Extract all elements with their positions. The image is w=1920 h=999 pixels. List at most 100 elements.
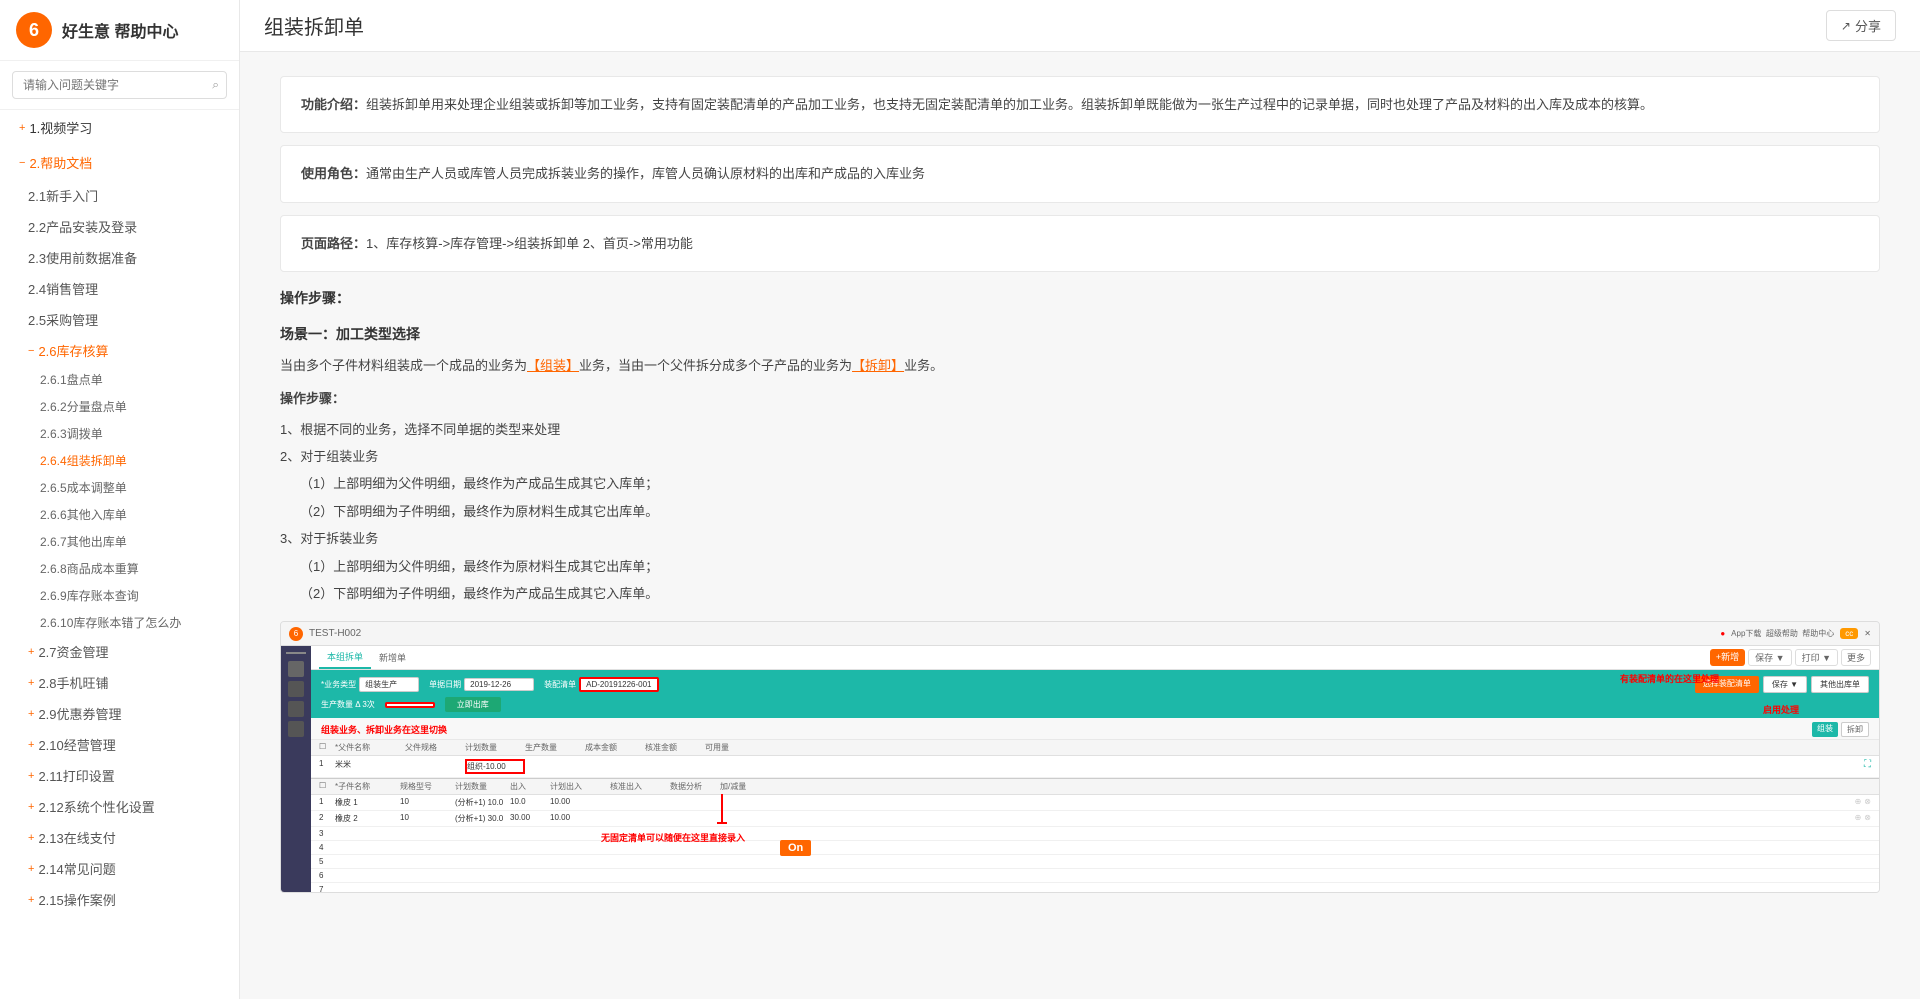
- mock-row-approve-amt: [645, 759, 705, 774]
- mock-new-btn[interactable]: +新增: [1710, 649, 1745, 666]
- mock-qty-input[interactable]: [385, 702, 435, 708]
- step2-1: （1）上部明细为父件明细，最终作为产成品生成其它入库单；: [300, 472, 1880, 495]
- mock-form-header: *业务类型 组装生产 单据日期 2019-12-26 装配清单: [311, 670, 1879, 718]
- mock-th-parent-spec: 父件规格: [405, 742, 465, 753]
- intro-block: 功能介绍：组装拆卸单用来处理企业组装或拆卸等加工业务，支持有固定装配清单的产品加…: [280, 76, 1880, 133]
- mock-brow1-num: 1: [319, 797, 335, 808]
- mock-form-row1: *业务类型 组装生产 单据日期 2019-12-26 装配清单: [321, 676, 1869, 693]
- sidebar-item-finance-label: 2.7资金管理: [38, 642, 108, 661]
- mock-print-btn[interactable]: 打印 ▼: [1795, 649, 1838, 666]
- mock-table-row-bottom1: 1 橡皮 1 10 (分析+1) 10.0 10.0 10.00 ⊕: [311, 795, 1879, 811]
- mock-ui: 6 TEST-H002 ● App下载 超级帮助 帮助中心 cc ✕: [281, 622, 1879, 892]
- mock-assembly-input[interactable]: AD-20191226-001: [579, 677, 659, 692]
- mock-table-row-bottom2: 2 橡皮 2 10 (分析+1) 30.0 30.00 10.00: [311, 811, 1879, 827]
- sidebar-item-coupon[interactable]: + 2.9优惠券管理: [0, 698, 239, 729]
- func-label: 功能介绍：: [301, 97, 366, 112]
- sidebar-item-docs[interactable]: − 2.帮助文档: [0, 145, 239, 180]
- sidebar-item-cost-adjust[interactable]: 2.6.5成本调整单: [0, 474, 239, 501]
- mock-table-row-top1: 1 米米 组织-10.00 ⛶: [311, 756, 1879, 778]
- sidebar-item-stock-take[interactable]: 2.6.1盘点单: [0, 366, 239, 393]
- share-label: 分享: [1855, 16, 1881, 35]
- sidebar-item-other-in[interactable]: 2.6.6其他入库单: [0, 501, 239, 528]
- mock-expand-icon[interactable]: ⛶: [1864, 759, 1871, 774]
- mock-date-input[interactable]: 2019-12-26: [464, 678, 534, 691]
- sidebar-item-print[interactable]: + 2.11打印设置: [0, 760, 239, 791]
- mock-th-avail: 可用量: [705, 742, 1871, 753]
- mock-more-btn[interactable]: 更多: [1841, 649, 1871, 666]
- mock-brow2-copy[interactable]: ⊕: [1855, 813, 1862, 824]
- sidebar-item-video-label: 1.视频学习: [29, 118, 92, 137]
- mock-field-assembly: 装配清单 AD-20191226-001: [544, 677, 659, 692]
- nav-section: + 1.视频学习 − 2.帮助文档 2.1新手入门 2.2产品安装及登录 2.3…: [0, 110, 239, 915]
- sidebar-item-sales[interactable]: 2.4销售管理: [0, 273, 239, 304]
- sidebar-item-video[interactable]: + 1.视频学习: [0, 110, 239, 145]
- sidebar-item-ops[interactable]: + 2.10经营管理: [0, 729, 239, 760]
- mock-bth-plan-inout: 计划出入: [550, 781, 610, 792]
- mock-tab-inactive[interactable]: 新增单: [371, 647, 414, 668]
- mock-toggle-btns: 组装 拆卸: [1812, 722, 1869, 737]
- mock-qty-label: 生产数量 Δ 3次: [321, 699, 375, 710]
- sidebar-item-cost-calc[interactable]: 2.6.8商品成本重算: [0, 555, 239, 582]
- screenshot-image: 6 TEST-H002 ● App下载 超级帮助 帮助中心 cc ✕: [281, 622, 1879, 892]
- mock-brow1-del[interactable]: ⊗: [1864, 797, 1871, 808]
- mock-row-plan-qty-input[interactable]: 组织-10.00: [465, 759, 525, 774]
- sidebar-item-data-prep[interactable]: 2.3使用前数据准备: [0, 242, 239, 273]
- mock-field-date-label: 单据日期: [429, 679, 461, 690]
- mock-logo: 6: [289, 627, 303, 641]
- mock-nav-icon4: [288, 721, 304, 737]
- annotation-text4: 启用处理: [1763, 703, 1799, 716]
- mock-titlebar: 6 TEST-H002 ● App下载 超级帮助 帮助中心 cc ✕: [281, 622, 1879, 646]
- mock-brow2-spec: 10: [400, 813, 455, 824]
- assembly-link[interactable]: 【组装】: [527, 358, 579, 373]
- mock-assembly-label: 装配清单: [544, 679, 576, 690]
- sidebar-item-mobile[interactable]: + 2.8手机旺铺: [0, 667, 239, 698]
- sidebar-item-transfer[interactable]: 2.6.3调拨单: [0, 420, 239, 447]
- sidebar-item-finance[interactable]: + 2.7资金管理: [0, 636, 239, 667]
- mock-other-btn[interactable]: 其他出库单: [1811, 676, 1869, 693]
- mock-brow7-num: 7: [319, 885, 335, 892]
- sidebar-item-cases[interactable]: + 2.15操作案例: [0, 884, 239, 915]
- mock-confirm-btn[interactable]: 立即出库: [445, 697, 501, 712]
- mock-brow2-btns: ⊕ ⊗: [1855, 813, 1871, 824]
- mock-type-select[interactable]: 组装生产: [359, 677, 419, 692]
- mock-action-btn[interactable]: 保存 ▼: [1748, 649, 1791, 666]
- mock-toggle-disassembly[interactable]: 拆卸: [1841, 722, 1869, 737]
- sidebar-item-faq[interactable]: + 2.14常见问题: [0, 853, 239, 884]
- sidebar-item-purchase[interactable]: 2.5采购管理: [0, 304, 239, 335]
- annotation-text3: 组装业务、拆卸业务在这里切换: [321, 723, 447, 736]
- mock-brow1-inout: 10.0: [510, 797, 550, 808]
- mock-brow1-spec: 10: [400, 797, 455, 808]
- step3-1: （1）上部明细为父件明细，最终作为原材料生成其它出库单；: [300, 555, 1880, 578]
- sidebar-item-other-out[interactable]: 2.6.7其他出库单: [0, 528, 239, 555]
- disassembly-link[interactable]: 【拆卸】: [852, 358, 904, 373]
- mock-tab-active[interactable]: 本组拆单: [319, 646, 371, 669]
- mock-apps: App下载 超级帮助 帮助中心: [1731, 628, 1834, 639]
- mock-tab-actions: +新增 保存 ▼ 打印 ▼ 更多: [1710, 649, 1871, 666]
- sidebar-item-stock-query[interactable]: 2.6.9库存账本查询: [0, 582, 239, 609]
- sidebar-item-install[interactable]: 2.2产品安装及登录: [0, 211, 239, 242]
- share-button[interactable]: ↗ 分享: [1826, 10, 1896, 41]
- mock-table-row-bottom7: 7: [311, 883, 1879, 892]
- mock-brow1-copy[interactable]: ⊕: [1855, 797, 1862, 808]
- sidebar-item-assembly[interactable]: 2.6.4组装拆卸单: [0, 447, 239, 474]
- search-input[interactable]: [12, 71, 227, 99]
- mock-brow2-del[interactable]: ⊗: [1864, 813, 1871, 824]
- sidebar-item-new-user[interactable]: 2.1新手入门: [0, 180, 239, 211]
- sidebar-item-stock-error[interactable]: 2.6.10库存账本错了怎么办: [0, 609, 239, 636]
- page-title: 组装拆卸单: [264, 11, 364, 40]
- step2: 2、对于组装业务: [280, 445, 1880, 468]
- mock-brow4-num: 4: [319, 843, 335, 852]
- mock-toggle-assembly[interactable]: 组装: [1812, 722, 1838, 737]
- sidebar-item-split-take[interactable]: 2.6.2分量盘点单: [0, 393, 239, 420]
- collapse-icon: −: [19, 157, 25, 169]
- sidebar-item-pay[interactable]: + 2.13在线支付: [0, 822, 239, 853]
- sidebar-item-ops-label: 2.10经营管理: [38, 735, 115, 754]
- mock-save-btn[interactable]: 保存 ▼: [1763, 676, 1807, 693]
- sidebar-item-inventory[interactable]: − 2.6库存核算: [0, 335, 239, 366]
- mock-table-row-bottom6: 6: [311, 869, 1879, 883]
- topbar: 组装拆卸单 ↗ 分享: [240, 0, 1920, 52]
- mock-th-cost-amt: 成本金额: [585, 742, 645, 753]
- sidebar-header: 6 好生意 帮助中心: [0, 0, 239, 61]
- mock-table-header-bottom: ☐ *子件名称 规格型号 计划数量 出入 计划出入 核准出入 数据分析 加/减量: [311, 778, 1879, 795]
- sidebar-item-system[interactable]: + 2.12系统个性化设置: [0, 791, 239, 822]
